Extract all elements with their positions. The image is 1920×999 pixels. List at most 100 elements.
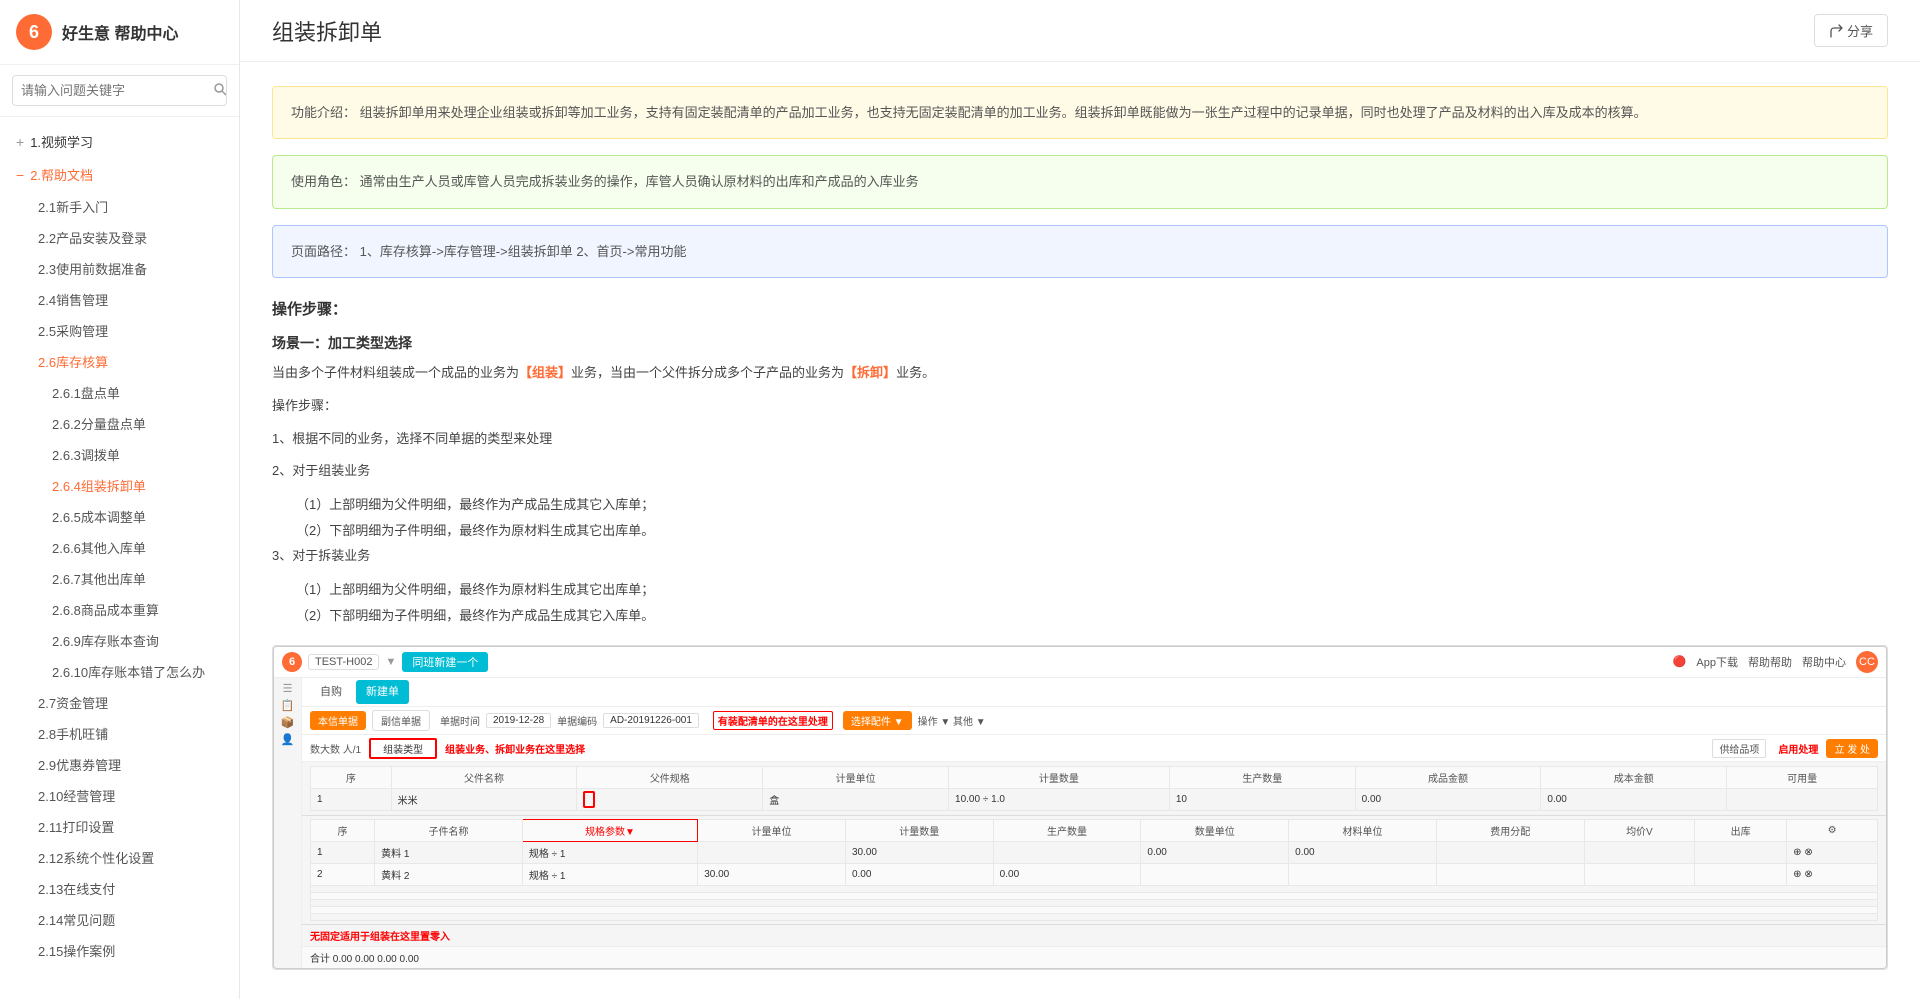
sidebar-item-2-6-6[interactable]: 2.6.6其他入库单 xyxy=(0,532,239,563)
sidebar-item-2-13[interactable]: 2.13在线支付 xyxy=(0,873,239,904)
search-box[interactable] xyxy=(12,75,227,106)
annotation-3: 启用处理 xyxy=(1778,741,1818,756)
sidebar-item-2-6-5[interactable]: 2.6.5成本调整单 xyxy=(0,501,239,532)
sim-th-0: 序 xyxy=(311,766,392,788)
sidebar-item-2-6-7[interactable]: 2.6.7其他出库单 xyxy=(0,563,239,594)
sub-table-row-3 xyxy=(311,885,1878,892)
sub-cell-action-2: ⊕ ⊗ xyxy=(1787,863,1878,885)
sim-icon-bar: ☰ 📋 📦 👤 xyxy=(274,678,302,968)
sim-tab-bar: 自购 新建单 xyxy=(302,678,1886,707)
sidebar-item-2-14[interactable]: 2.14常见问题 xyxy=(0,904,239,935)
sim-sub-th-10: 出库 xyxy=(1695,819,1787,841)
sub-cell-out-2 xyxy=(1695,863,1787,885)
search-input[interactable] xyxy=(13,77,205,104)
search-button[interactable] xyxy=(205,76,227,105)
sub-cell-spec-2: 规格 ÷ 1 xyxy=(522,863,697,885)
role-intro-text: 通常由生产人员或库管人员完成拆装业务的操作，库管人员确认原材料的出库和产成品的入… xyxy=(360,174,919,189)
logo-area: 6 好生意 帮助中心 xyxy=(0,0,239,65)
sidebar: 6 好生意 帮助中心 + 1.视频学习 − 2.帮助文档 2.1新手入门 2.2… xyxy=(0,0,240,999)
nav-tree: + 1.视频学习 − 2.帮助文档 2.1新手入门 2.2产品安装及登录 2.3… xyxy=(0,117,239,999)
logo-icon: 6 xyxy=(16,14,52,50)
sim-right-input[interactable]: 供给品项 xyxy=(1712,739,1766,758)
sub-cell-unit-2: 30.00 xyxy=(698,863,846,885)
sidebar-item-2-4[interactable]: 2.4销售管理 xyxy=(0,284,239,315)
search-area xyxy=(0,65,239,117)
sim-logo: 6 xyxy=(282,652,302,672)
sim-save-btn[interactable]: 本信单据 xyxy=(310,711,366,730)
sim-lower-header: 序 子件名称 规格参数▼ 计量单位 计量数量 生产数量 数量单位 材料单位 xyxy=(302,815,1886,925)
sub-cell-amt2-2 xyxy=(1289,863,1437,885)
share-icon xyxy=(1829,24,1843,38)
sim-th-6: 成品金额 xyxy=(1355,766,1541,788)
scene1-intro: 当由多个子件材料组装成一个成品的业务为【组装】业务，当由一个父件拆分成多个子产品… xyxy=(272,361,1888,386)
sub-table-row-5 xyxy=(311,899,1878,906)
sidebar-item-2-6-4[interactable]: 2.6.4组装拆卸单 xyxy=(0,470,239,501)
sidebar-item-2-6-1[interactable]: 2.6.1盘点单 xyxy=(0,377,239,408)
sidebar-item-2-6-10[interactable]: 2.6.10库存账本错了怎么办 xyxy=(0,656,239,687)
sim-tab-0[interactable]: 自购 xyxy=(310,680,352,704)
sidebar-item-2-6-8[interactable]: 2.6.8商品成本重算 xyxy=(0,594,239,625)
sim-other-btn[interactable]: 副信单据 xyxy=(372,710,430,731)
sidebar-item-2-15[interactable]: 2.15操作案例 xyxy=(0,935,239,966)
sim-tab-1[interactable]: 新建单 xyxy=(356,680,409,704)
sidebar-item-2-docs[interactable]: − 2.帮助文档 xyxy=(0,158,239,191)
sidebar-item-1-video[interactable]: + 1.视频学习 xyxy=(0,125,239,158)
sidebar-item-2-2[interactable]: 2.2产品安装及登录 xyxy=(0,222,239,253)
sub-cell-name-2: 黄料 2 xyxy=(375,863,523,885)
main-content: 组装拆卸单 分享 功能介绍： 组装拆卸单用来处理企业组装或拆卸等加工业务，支持有… xyxy=(240,0,1920,999)
sidebar-item-2-6-2[interactable]: 2.6.2分量盘点单 xyxy=(0,408,239,439)
sim-type-selector[interactable]: 组装类型 xyxy=(369,738,437,759)
sim-upper-table: 序 父件名称 父件规格 计量单位 计量数量 生产数量 成品金额 成本金额 xyxy=(310,766,1878,811)
annotation-1: 有装配清单的在这里处理 xyxy=(713,711,833,730)
sim-upper-table-wrap: 序 父件名称 父件规格 计量单位 计量数量 生产数量 成品金额 成本金额 xyxy=(302,762,1886,815)
cell-qty1: 10.00 ÷ 1.0 xyxy=(949,788,1170,810)
screenshot-wrapper: 6 TEST-H002 ▼ 同班新建一个 🔴 App下载 帮助帮助 帮助中心 C… xyxy=(273,646,1887,969)
sidebar-item-2-3[interactable]: 2.3使用前数据准备 xyxy=(0,253,239,284)
sidebar-item-2-10[interactable]: 2.10经营管理 xyxy=(0,780,239,811)
sub-cell-name-1: 黄料 1 xyxy=(375,841,523,863)
sub-cell-empty-4 xyxy=(311,892,1878,899)
sim-op-label: 操作 ▼ 其他 ▼ xyxy=(918,713,986,728)
sim-screen: 6 TEST-H002 ▼ 同班新建一个 🔴 App下载 帮助帮助 帮助中心 C… xyxy=(273,646,1887,969)
sidebar-item-1-label: 1.视频学习 xyxy=(30,132,93,151)
sidebar-item-2-1[interactable]: 2.1新手入门 xyxy=(0,191,239,222)
share-label: 分享 xyxy=(1847,21,1873,40)
sub-cell-amt1-1: 0.00 xyxy=(1141,841,1289,863)
sub-cell-amt2-1: 0.00 xyxy=(1289,841,1437,863)
sim-type-btn[interactable]: 选择配件 ▼ xyxy=(843,711,912,730)
sidebar-item-2-12[interactable]: 2.12系统个性化设置 xyxy=(0,842,239,873)
sub-cell-spec-1: 规格 ÷ 1 xyxy=(522,841,697,863)
sidebar-item-2-label: 2.帮助文档 xyxy=(30,165,93,184)
sim-totals: 合计 0.00 0.00 0.00 0.00 xyxy=(302,946,1886,968)
sim-confirm-btn[interactable]: 立 发 处 xyxy=(1826,739,1878,758)
sub-cell-empty-5 xyxy=(311,899,1878,906)
sim-icon-4: 👤 xyxy=(281,733,295,746)
sub-cell-price-2 xyxy=(1584,863,1695,885)
step3-subs: （1）上部明细为父件明细，最终作为原材料生成其它出库单； （2）下部明细为子件明… xyxy=(296,577,1888,629)
chaijian-highlight: 【拆卸】 xyxy=(844,365,896,380)
sub-cell-out-1 xyxy=(1695,841,1787,863)
sim-date-value: 2019-12-28 xyxy=(486,713,551,728)
step1: 1、根据不同的业务，选择不同单据的类型来处理 xyxy=(272,427,1888,452)
sidebar-item-2-6[interactable]: 2.6库存核算 xyxy=(0,346,239,377)
share-button[interactable]: 分享 xyxy=(1814,14,1888,47)
sidebar-item-2-6-3[interactable]: 2.6.3调拨单 xyxy=(0,439,239,470)
sidebar-item-2-6-9[interactable]: 2.6.9库存账本查询 xyxy=(0,625,239,656)
cell-spec-input[interactable] xyxy=(583,791,595,808)
sim-sub-th-0: 序 xyxy=(311,819,375,841)
sidebar-item-2-11[interactable]: 2.11打印设置 xyxy=(0,811,239,842)
sub-table-row-7 xyxy=(311,913,1878,920)
sim-code-label: 单据编码 xyxy=(557,713,597,728)
cell-avail xyxy=(1727,788,1878,810)
step2: 2、对于组装业务 xyxy=(272,459,1888,484)
sidebar-item-2-7[interactable]: 2.7资金管理 xyxy=(0,687,239,718)
sim-help-2: 帮助中心 xyxy=(1802,654,1846,670)
sim-th-1: 父件名称 xyxy=(391,766,577,788)
sidebar-item-2-8[interactable]: 2.8手机旺铺 xyxy=(0,718,239,749)
sim-th-7: 成本金额 xyxy=(1541,766,1727,788)
collapse-icon: − xyxy=(16,167,24,183)
path-intro-text: 1、库存核算->库存管理->组装拆卸单 2、首页->常用功能 xyxy=(360,244,687,259)
steps-title: 操作步骤： xyxy=(272,394,1888,419)
sidebar-item-2-9[interactable]: 2.9优惠券管理 xyxy=(0,749,239,780)
sidebar-item-2-5[interactable]: 2.5采购管理 xyxy=(0,315,239,346)
